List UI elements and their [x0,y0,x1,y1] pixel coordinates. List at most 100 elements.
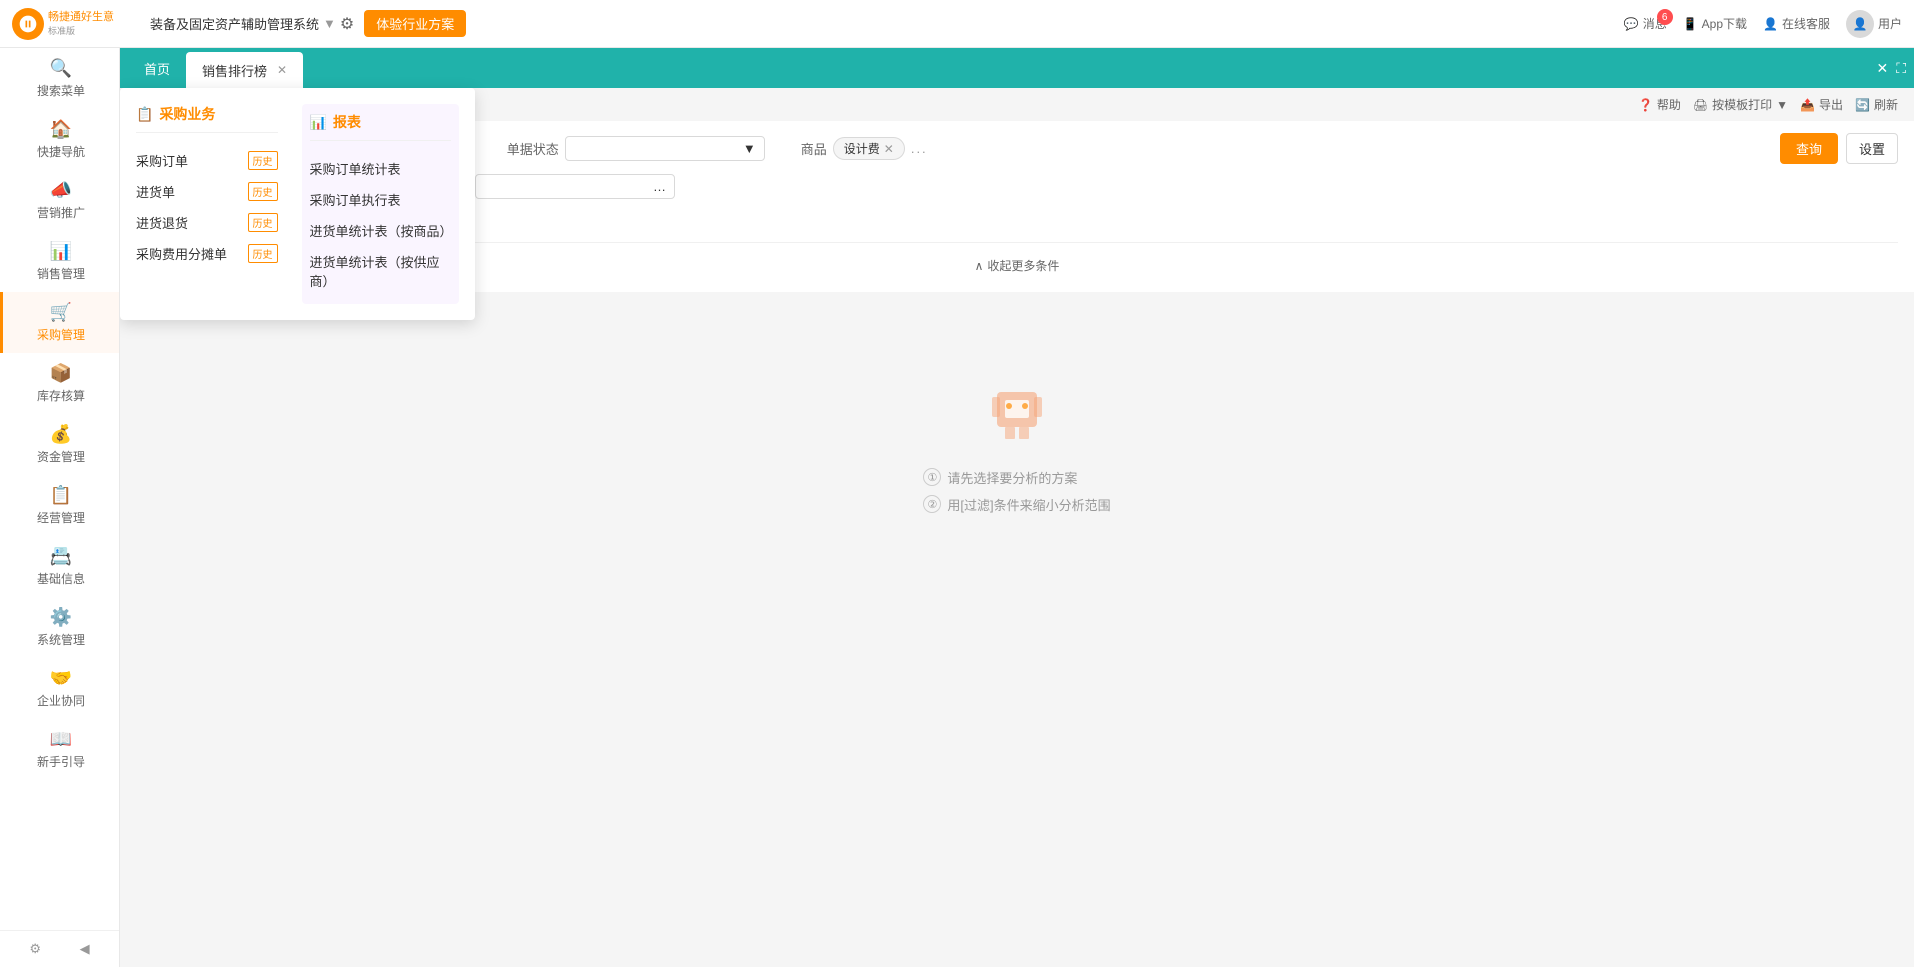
app-download-btn[interactable]: 📱 App下载 [1683,15,1747,32]
basic-icon: 📇 [50,546,72,567]
history-badge-0[interactable]: 历史 [248,151,278,170]
phone-icon: 📱 [1683,17,1698,31]
print-icon: 🖨 [1693,98,1708,112]
report-col: 📊 报表 采购订单统计表 采购订单执行表 进货单统计表（按商品） 进货单统计表（… [302,104,460,304]
message-btn[interactable]: 💬 消息 6 [1624,15,1667,32]
industry-btn[interactable]: 体验行业方案 [364,10,466,37]
goods-tag-close[interactable]: ✕ [884,142,894,156]
order-status-label: 单据状态 [507,139,559,158]
purchase-icon: 🛒 [50,302,72,323]
goods-dots-btn[interactable]: ... [911,141,928,156]
logo-badge: 标准版 [48,24,114,37]
sidebar-settings-icon[interactable]: ⚙ [29,941,41,957]
dropdown-item-goods-receipt[interactable]: 进货单 历史 [136,176,278,207]
sidebar-item-sales[interactable]: 📊 销售管理 [0,231,119,292]
template-print-btn[interactable]: 🖨 按模板打印 ▼ [1693,96,1788,113]
dropdown-item-goods-return[interactable]: 进货退货 历史 [136,207,278,238]
gear-icon[interactable]: ⚙ [340,14,354,34]
system-icon: ⚙️ [50,607,72,628]
sidebar-item-enterprise[interactable]: 🤝 企业协同 [0,658,119,719]
query-btn[interactable]: 查询 [1780,133,1838,164]
enterprise-icon: 🤝 [50,668,72,689]
system-title: 装备及固定资产辅助管理系统 [150,14,319,33]
export-icon: 📤 [1800,98,1815,112]
salesperson-dots: … [653,179,666,194]
dropdown-item-receipt-by-supplier[interactable]: 进货单统计表（按供应商） [310,246,452,296]
tab-close-all-icon[interactable]: ✕ [1876,60,1888,77]
sidebar-item-purchase[interactable]: 🛒 采购管理 [0,292,119,353]
tab-home[interactable]: 首页 [128,48,186,88]
purchase-business-title: 📋 采购业务 [136,104,278,133]
sidebar-collapse-icon[interactable]: ◀ [80,941,90,957]
order-status-filter: 单据状态 ▼ [507,136,765,161]
empty-steps: ① 请先选择要分析的方案 ② 用[过滤]条件来缩小分析范围 [923,468,1110,514]
tab-sales-rank-label: 销售排行榜 [202,61,267,80]
inventory-icon: 📦 [50,363,72,384]
dropdown-item-purchase-order[interactable]: 采购订单 历史 [136,145,278,176]
help-icon: ❓ [1638,98,1653,112]
title-dropdown-arrow[interactable]: ▼ [323,16,336,31]
tab-home-label: 首页 [144,59,170,78]
collapse-icon: ∧ [975,259,984,273]
sidebar-item-marketing[interactable]: 📣 营销推广 [0,170,119,231]
user-avatar: 👤 [1846,10,1874,38]
dropdown-item-order-stats[interactable]: 采购订单统计表 [310,153,452,184]
app-download-label: App下载 [1702,15,1747,32]
sidebar-label-quicknav: 快捷导航 [37,143,85,160]
goods-filter: 商品 设计费 ✕ ... [801,137,928,160]
sidebar-item-quicknav[interactable]: 🏠 快捷导航 [0,109,119,170]
purchase-business-col: 📋 采购业务 采购订单 历史 进货单 历史 进货退货 历史 [136,104,278,304]
dropdown-item-receipt-by-goods[interactable]: 进货单统计表（按商品） [310,215,452,246]
empty-step1-text: 请先选择要分析的方案 [947,468,1077,487]
empty-step2-text: 用[过滤]条件来缩小分析范围 [947,495,1110,514]
sidebar-label-operation: 经营管理 [37,509,85,526]
export-label: 导出 [1819,96,1843,113]
history-badge-1[interactable]: 历史 [248,182,278,201]
content-area: 首页 销售排行榜 ✕ ✕ ⛶ 📋 采购业务 [120,48,1914,967]
app-container: 畅捷通好生意 标准版 装备及固定资产辅助管理系统 ▼ ⚙ 体验行业方案 💬 消息… [0,0,1914,967]
order-status-dropdown-icon: ▼ [743,141,756,156]
refresh-btn[interactable]: 🔄 刷新 [1855,96,1898,113]
sidebar-label-marketing: 营销推广 [37,204,85,221]
marketing-icon: 📣 [50,180,72,201]
setting-btn[interactable]: 设置 [1846,133,1898,164]
sales-icon: 📊 [50,241,72,262]
finance-icon: 💰 [50,424,72,445]
sidebar-item-inventory[interactable]: 📦 库存核算 [0,353,119,414]
tab-close-icon[interactable]: ✕ [277,63,287,77]
export-btn[interactable]: 📤 导出 [1800,96,1843,113]
sidebar-label-sales: 销售管理 [37,265,85,282]
goods-tag-text: 设计费 [844,140,880,157]
sidebar-bottom: ⚙ ◀ [0,930,119,967]
online-service-btn[interactable]: 👤 在线客服 [1763,15,1830,32]
tab-bar-right: ✕ ⛶ [1876,60,1906,77]
print-dropdown-arrow[interactable]: ▼ [1776,98,1788,112]
logo-area: 畅捷通好生意 标准版 [12,8,132,40]
history-badge-2[interactable]: 历史 [248,213,278,232]
refresh-label: 刷新 [1874,96,1898,113]
sidebar-item-basic[interactable]: 📇 基础信息 [0,536,119,597]
dropdown-item-order-exec[interactable]: 采购订单执行表 [310,184,452,215]
logo-text: 畅捷通好生意 [48,10,114,24]
tab-sales-rank[interactable]: 销售排行榜 ✕ [186,52,303,88]
sidebar-item-system[interactable]: ⚙️ 系统管理 [0,597,119,658]
salesperson-select[interactable]: … [475,174,675,199]
top-bar: 畅捷通好生意 标准版 装备及固定资产辅助管理系统 ▼ ⚙ 体验行业方案 💬 消息… [0,0,1914,48]
sidebar-item-search[interactable]: 🔍 搜索菜单 [0,48,119,109]
logo-icon [12,8,44,40]
history-badge-3[interactable]: 历史 [248,244,278,263]
refresh-icon: 🔄 [1855,98,1870,112]
tab-maximize-icon[interactable]: ⛶ [1896,60,1906,77]
search-icon: 🔍 [50,58,72,79]
operation-icon: 📋 [50,485,72,506]
dropdown-item-purchase-expense[interactable]: 采购费用分摊单 历史 [136,238,278,269]
help-btn[interactable]: ❓ 帮助 [1638,96,1681,113]
order-status-select[interactable]: ▼ [565,136,765,161]
purchase-business-icon: 📋 [136,106,153,123]
sidebar-item-operation[interactable]: 📋 经营管理 [0,475,119,536]
user-area[interactable]: 👤 用户 [1846,10,1902,38]
sidebar-item-finance[interactable]: 💰 资金管理 [0,414,119,475]
sidebar: 🔍 搜索菜单 🏠 快捷导航 📣 营销推广 📊 销售管理 🛒 采购管理 📦 [0,48,120,967]
collapse-label: 收起更多条件 [987,257,1059,274]
sidebar-item-guide[interactable]: 📖 新手引导 [0,719,119,780]
